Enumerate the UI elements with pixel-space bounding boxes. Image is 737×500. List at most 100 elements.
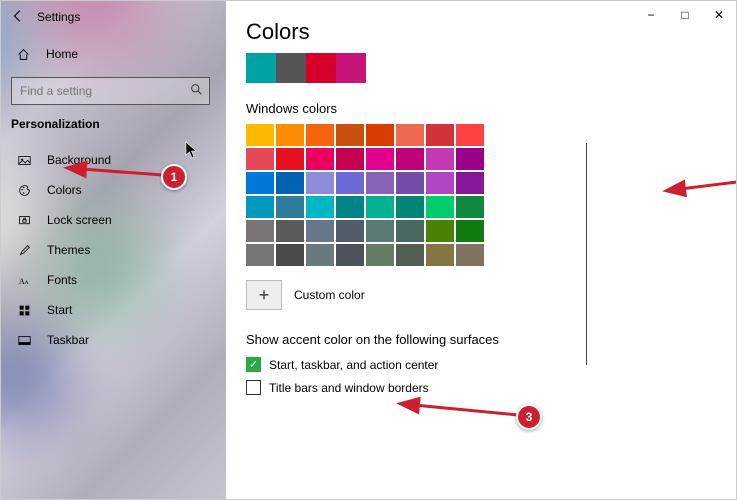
color-swatch[interactable] bbox=[246, 124, 274, 146]
start-icon bbox=[17, 304, 31, 317]
color-swatch[interactable] bbox=[396, 124, 424, 146]
sidebar-item-lock-screen[interactable]: Lock screen bbox=[1, 205, 226, 235]
checkbox[interactable] bbox=[246, 380, 261, 395]
color-swatch[interactable] bbox=[306, 124, 334, 146]
color-swatch[interactable] bbox=[366, 244, 394, 266]
sidebar-item-background[interactable]: Background bbox=[1, 145, 226, 175]
palette-icon bbox=[17, 184, 31, 197]
color-swatch[interactable] bbox=[456, 196, 484, 218]
back-icon[interactable] bbox=[11, 9, 27, 25]
fonts-icon: AA bbox=[17, 274, 31, 287]
color-swatch[interactable] bbox=[366, 196, 394, 218]
color-swatch[interactable] bbox=[246, 148, 274, 170]
color-swatch[interactable] bbox=[276, 220, 304, 242]
sidebar-item-start[interactable]: Start bbox=[1, 295, 226, 325]
color-swatch[interactable] bbox=[336, 220, 364, 242]
search-input[interactable] bbox=[18, 83, 190, 99]
color-swatch[interactable] bbox=[246, 172, 274, 194]
search-box[interactable] bbox=[11, 77, 210, 105]
color-swatch[interactable] bbox=[426, 172, 454, 194]
color-swatch[interactable] bbox=[246, 244, 274, 266]
current-color-swatch bbox=[336, 53, 366, 83]
color-swatch[interactable] bbox=[336, 172, 364, 194]
color-swatch[interactable] bbox=[276, 124, 304, 146]
windows-colors-label: Windows colors bbox=[246, 101, 716, 116]
color-swatch[interactable] bbox=[366, 220, 394, 242]
current-colors-row bbox=[246, 53, 716, 83]
main-content: − □ ✕ Colors Windows colors + Custom col… bbox=[226, 1, 736, 499]
color-swatch[interactable] bbox=[246, 220, 274, 242]
sidebar: Settings Home Personalization Background… bbox=[1, 1, 226, 499]
color-swatch[interactable] bbox=[426, 148, 454, 170]
color-swatch[interactable] bbox=[336, 244, 364, 266]
sidebar-item-label: Start bbox=[47, 303, 72, 317]
color-swatch[interactable] bbox=[336, 124, 364, 146]
color-swatch[interactable] bbox=[456, 124, 484, 146]
sidebar-item-colors[interactable]: Colors bbox=[1, 175, 226, 205]
custom-color-label: Custom color bbox=[294, 288, 365, 302]
color-swatch[interactable] bbox=[276, 196, 304, 218]
color-swatch[interactable] bbox=[396, 196, 424, 218]
color-swatch[interactable] bbox=[306, 148, 334, 170]
color-swatch[interactable] bbox=[396, 172, 424, 194]
sidebar-item-label: Lock screen bbox=[47, 213, 112, 227]
annotation-bubble-3: 3 bbox=[516, 404, 542, 430]
sidebar-item-label: Taskbar bbox=[47, 333, 89, 347]
color-swatch[interactable] bbox=[456, 244, 484, 266]
home-label: Home bbox=[46, 47, 78, 61]
section-label-personalization: Personalization bbox=[1, 105, 226, 135]
color-swatch[interactable] bbox=[366, 172, 394, 194]
sidebar-item-themes[interactable]: Themes bbox=[1, 235, 226, 265]
color-swatch[interactable] bbox=[426, 196, 454, 218]
color-swatch[interactable] bbox=[276, 244, 304, 266]
color-swatch[interactable] bbox=[306, 220, 334, 242]
sidebar-item-fonts[interactable]: AA Fonts bbox=[1, 265, 226, 295]
color-swatch[interactable] bbox=[456, 220, 484, 242]
color-swatch[interactable] bbox=[366, 148, 394, 170]
picture-icon bbox=[17, 154, 31, 167]
custom-color-button[interactable]: + Custom color bbox=[246, 280, 716, 310]
plus-icon: + bbox=[246, 280, 282, 310]
color-swatch[interactable] bbox=[246, 196, 274, 218]
current-color-swatch bbox=[276, 53, 306, 83]
sidebar-item-label: Themes bbox=[47, 243, 90, 257]
color-swatch[interactable] bbox=[276, 172, 304, 194]
checkbox-row: Title bars and window borders bbox=[246, 380, 716, 395]
color-swatch[interactable] bbox=[456, 148, 484, 170]
window-close[interactable]: ✕ bbox=[702, 1, 736, 29]
home-icon bbox=[17, 48, 30, 61]
brush-icon bbox=[17, 244, 31, 257]
current-color-swatch bbox=[246, 53, 276, 83]
window-minimize[interactable]: − bbox=[634, 1, 668, 29]
checkbox[interactable]: ✓ bbox=[246, 357, 261, 372]
color-swatch[interactable] bbox=[366, 124, 394, 146]
sidebar-item-label: Fonts bbox=[47, 273, 77, 287]
color-swatch[interactable] bbox=[306, 172, 334, 194]
sidebar-item-label: Colors bbox=[47, 183, 82, 197]
surfaces-heading: Show accent color on the following surfa… bbox=[246, 332, 716, 347]
color-swatch[interactable] bbox=[336, 148, 364, 170]
color-swatch[interactable] bbox=[336, 196, 364, 218]
color-swatch[interactable] bbox=[396, 244, 424, 266]
color-swatch[interactable] bbox=[276, 148, 304, 170]
color-swatch[interactable] bbox=[306, 196, 334, 218]
checkbox-row: ✓ Start, taskbar, and action center bbox=[246, 357, 716, 372]
window-maximize[interactable]: □ bbox=[668, 1, 702, 29]
settings-label: Settings bbox=[37, 10, 80, 24]
current-color-swatch bbox=[306, 53, 336, 83]
color-swatch[interactable] bbox=[456, 172, 484, 194]
checkbox-label: Start, taskbar, and action center bbox=[269, 358, 438, 372]
sidebar-item-home[interactable]: Home bbox=[1, 39, 226, 69]
checkbox-label: Title bars and window borders bbox=[269, 381, 429, 395]
search-icon bbox=[190, 83, 203, 99]
svg-text:A: A bbox=[24, 279, 29, 285]
lock-icon bbox=[17, 214, 31, 227]
color-swatch[interactable] bbox=[396, 220, 424, 242]
color-swatch[interactable] bbox=[306, 244, 334, 266]
sidebar-item-label: Background bbox=[47, 153, 111, 167]
color-swatch[interactable] bbox=[396, 148, 424, 170]
color-swatch[interactable] bbox=[426, 124, 454, 146]
color-swatch[interactable] bbox=[426, 220, 454, 242]
sidebar-item-taskbar[interactable]: Taskbar bbox=[1, 325, 226, 355]
color-swatch[interactable] bbox=[426, 244, 454, 266]
